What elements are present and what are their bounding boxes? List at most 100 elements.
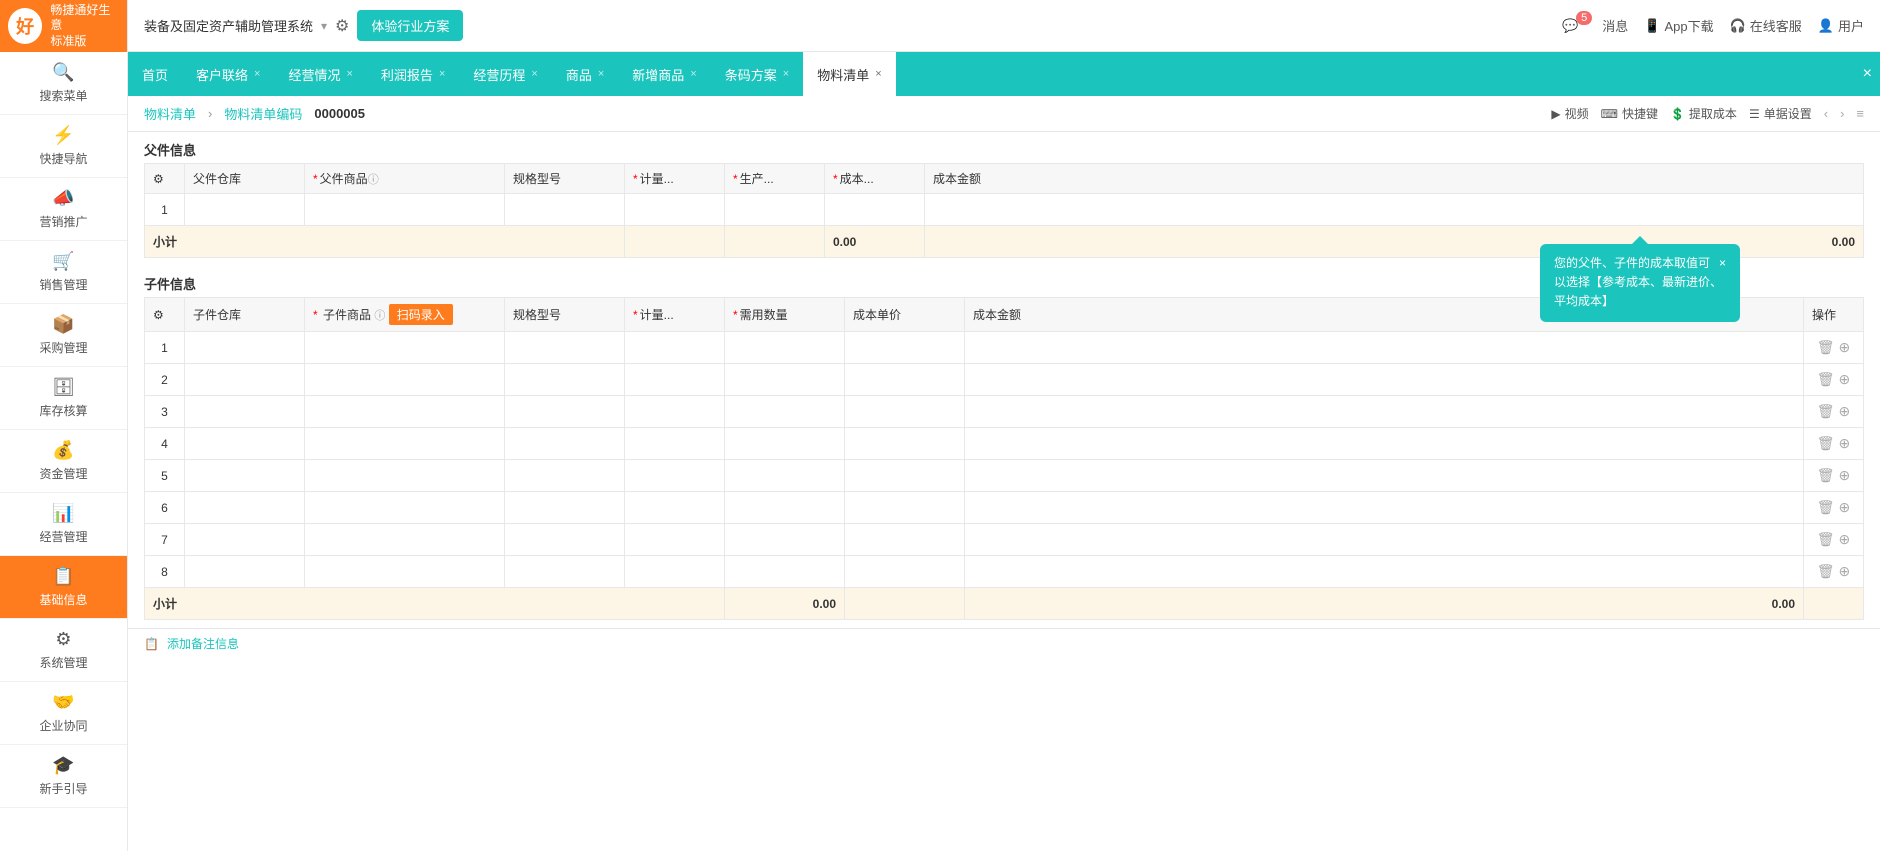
tab-barcode-close[interactable]: × xyxy=(783,68,789,80)
child-row-3-warehouse[interactable] xyxy=(185,396,305,428)
delete-row-5-btn[interactable]: 🗑 xyxy=(1817,467,1835,484)
child-row-8-warehouse[interactable] xyxy=(185,556,305,588)
tab-new-goods-close[interactable]: × xyxy=(690,68,696,80)
child-row-2-needed[interactable] xyxy=(725,364,845,396)
child-row-6-cost-amount[interactable] xyxy=(965,492,1804,524)
child-row-4-cost-amount[interactable] xyxy=(965,428,1804,460)
child-row-2-goods[interactable] xyxy=(305,364,505,396)
child-row-3-goods[interactable] xyxy=(305,396,505,428)
tab-goods-close[interactable]: × xyxy=(598,68,604,80)
copy-row-7-btn[interactable]: ⊕ xyxy=(1839,531,1851,548)
child-row-1-unit-cost[interactable] xyxy=(845,332,965,364)
parent-row-1-production[interactable] xyxy=(725,194,825,226)
child-row-6-warehouse[interactable] xyxy=(185,492,305,524)
tab-profit-close[interactable]: × xyxy=(439,68,445,80)
child-row-7-warehouse[interactable] xyxy=(185,524,305,556)
system-title-dropdown-icon[interactable]: ▾ xyxy=(321,19,327,33)
copy-row-5-btn[interactable]: ⊕ xyxy=(1839,467,1851,484)
child-row-5-needed[interactable] xyxy=(725,460,845,492)
user-button[interactable]: 👤 用户 xyxy=(1818,16,1864,35)
note-label[interactable]: 添加备注信息 xyxy=(167,635,239,652)
child-row-4-needed[interactable] xyxy=(725,428,845,460)
app-download-button[interactable]: 📱 App下载 xyxy=(1644,16,1713,35)
delete-row-4-btn[interactable]: 🗑 xyxy=(1817,435,1835,452)
child-row-5-spec[interactable] xyxy=(505,460,625,492)
child-row-8-needed[interactable] xyxy=(725,556,845,588)
child-row-7-unit-cost[interactable] xyxy=(845,524,965,556)
child-row-4-spec[interactable] xyxy=(505,428,625,460)
sidebar-item-quick-nav[interactable]: ⚡ 快捷导航 xyxy=(0,115,127,178)
sidebar-item-sales[interactable]: 🛒 销售管理 xyxy=(0,241,127,304)
delete-row-3-btn[interactable]: 🗑 xyxy=(1817,403,1835,420)
child-row-6-unit-cost[interactable] xyxy=(845,492,965,524)
single-settings-btn[interactable]: ☰ 单据设置 xyxy=(1749,105,1812,122)
child-row-4-goods[interactable] xyxy=(305,428,505,460)
child-row-5-goods[interactable] xyxy=(305,460,505,492)
child-row-2-quantity[interactable] xyxy=(625,364,725,396)
nav-end-close[interactable]: × xyxy=(1855,65,1880,83)
child-row-3-unit-cost[interactable] xyxy=(845,396,965,428)
child-row-6-spec[interactable] xyxy=(505,492,625,524)
message-button[interactable]: 💬 5 消息 xyxy=(1562,16,1628,35)
view-grid-icon[interactable]: ≡ xyxy=(1856,106,1864,121)
parent-th-settings[interactable]: ⚙ xyxy=(145,164,185,194)
parent-row-1-warehouse[interactable] xyxy=(185,194,305,226)
child-row-7-cost-amount[interactable] xyxy=(965,524,1804,556)
tab-barcode[interactable]: 条码方案 × xyxy=(711,52,803,96)
child-th-settings[interactable]: ⚙ xyxy=(145,298,185,332)
sidebar-item-finance[interactable]: 💰 资金管理 xyxy=(0,430,127,493)
child-row-5-quantity[interactable] xyxy=(625,460,725,492)
child-row-2-warehouse[interactable] xyxy=(185,364,305,396)
child-row-8-goods[interactable] xyxy=(305,556,505,588)
copy-row-8-btn[interactable]: ⊕ xyxy=(1839,563,1851,580)
child-row-4-quantity[interactable] xyxy=(625,428,725,460)
copy-row-2-btn[interactable]: ⊕ xyxy=(1839,371,1851,388)
child-row-4-unit-cost[interactable] xyxy=(845,428,965,460)
child-row-3-quantity[interactable] xyxy=(625,396,725,428)
nav-prev-icon[interactable]: ‹ xyxy=(1824,106,1828,121)
child-row-8-cost-amount[interactable] xyxy=(965,556,1804,588)
child-row-8-spec[interactable] xyxy=(505,556,625,588)
tab-history[interactable]: 经营历程 × xyxy=(459,52,551,96)
parent-row-1-spec[interactable] xyxy=(505,194,625,226)
child-row-2-cost-amount[interactable] xyxy=(965,364,1804,396)
tab-home[interactable]: 首页 xyxy=(128,52,182,96)
child-row-5-cost-amount[interactable] xyxy=(965,460,1804,492)
extract-cost-btn[interactable]: 💲 提取成本 xyxy=(1670,105,1737,122)
view-btn[interactable]: ▶ 视频 xyxy=(1551,105,1588,122)
copy-row-1-btn[interactable]: ⊕ xyxy=(1839,339,1851,356)
child-row-6-quantity[interactable] xyxy=(625,492,725,524)
sidebar-item-inventory[interactable]: 🗄 库存核算 xyxy=(0,367,127,430)
parent-row-1-goods[interactable] xyxy=(305,194,505,226)
child-row-1-warehouse[interactable] xyxy=(185,332,305,364)
tab-bom[interactable]: 物料清单 × xyxy=(803,52,895,96)
child-row-4-warehouse[interactable] xyxy=(185,428,305,460)
delete-row-2-btn[interactable]: 🗑 xyxy=(1817,371,1835,388)
sidebar-item-enterprise[interactable]: 🤝 企业协同 xyxy=(0,682,127,745)
copy-row-3-btn[interactable]: ⊕ xyxy=(1839,403,1851,420)
child-row-3-spec[interactable] xyxy=(505,396,625,428)
child-row-1-goods[interactable] xyxy=(305,332,505,364)
child-row-5-unit-cost[interactable] xyxy=(845,460,965,492)
delete-row-6-btn[interactable]: 🗑 xyxy=(1817,499,1835,516)
child-row-2-spec[interactable] xyxy=(505,364,625,396)
sidebar-item-system[interactable]: ⚙ 系统管理 xyxy=(0,619,127,682)
nav-next-icon[interactable]: › xyxy=(1840,106,1844,121)
child-row-1-cost-amount[interactable] xyxy=(965,332,1804,364)
tooltip-close-btn[interactable]: × xyxy=(1719,254,1726,273)
child-row-6-needed[interactable] xyxy=(725,492,845,524)
child-row-2-unit-cost[interactable] xyxy=(845,364,965,396)
child-row-7-spec[interactable] xyxy=(505,524,625,556)
parent-row-1-cost[interactable] xyxy=(825,194,925,226)
sidebar-item-purchase[interactable]: 📦 采购管理 xyxy=(0,304,127,367)
scan-input-btn[interactable]: 扫码录入 xyxy=(389,304,453,325)
online-service-button[interactable]: 🎧 在线客服 xyxy=(1730,16,1802,35)
child-row-7-needed[interactable] xyxy=(725,524,845,556)
child-row-3-needed[interactable] xyxy=(725,396,845,428)
child-row-7-quantity[interactable] xyxy=(625,524,725,556)
tab-operations-close[interactable]: × xyxy=(346,68,352,80)
trial-btn[interactable]: 体验行业方案 xyxy=(357,10,463,41)
tab-bom-close[interactable]: × xyxy=(875,68,881,80)
breadcrumb-bom-list[interactable]: 物料清单 xyxy=(144,104,196,123)
child-row-1-spec[interactable] xyxy=(505,332,625,364)
